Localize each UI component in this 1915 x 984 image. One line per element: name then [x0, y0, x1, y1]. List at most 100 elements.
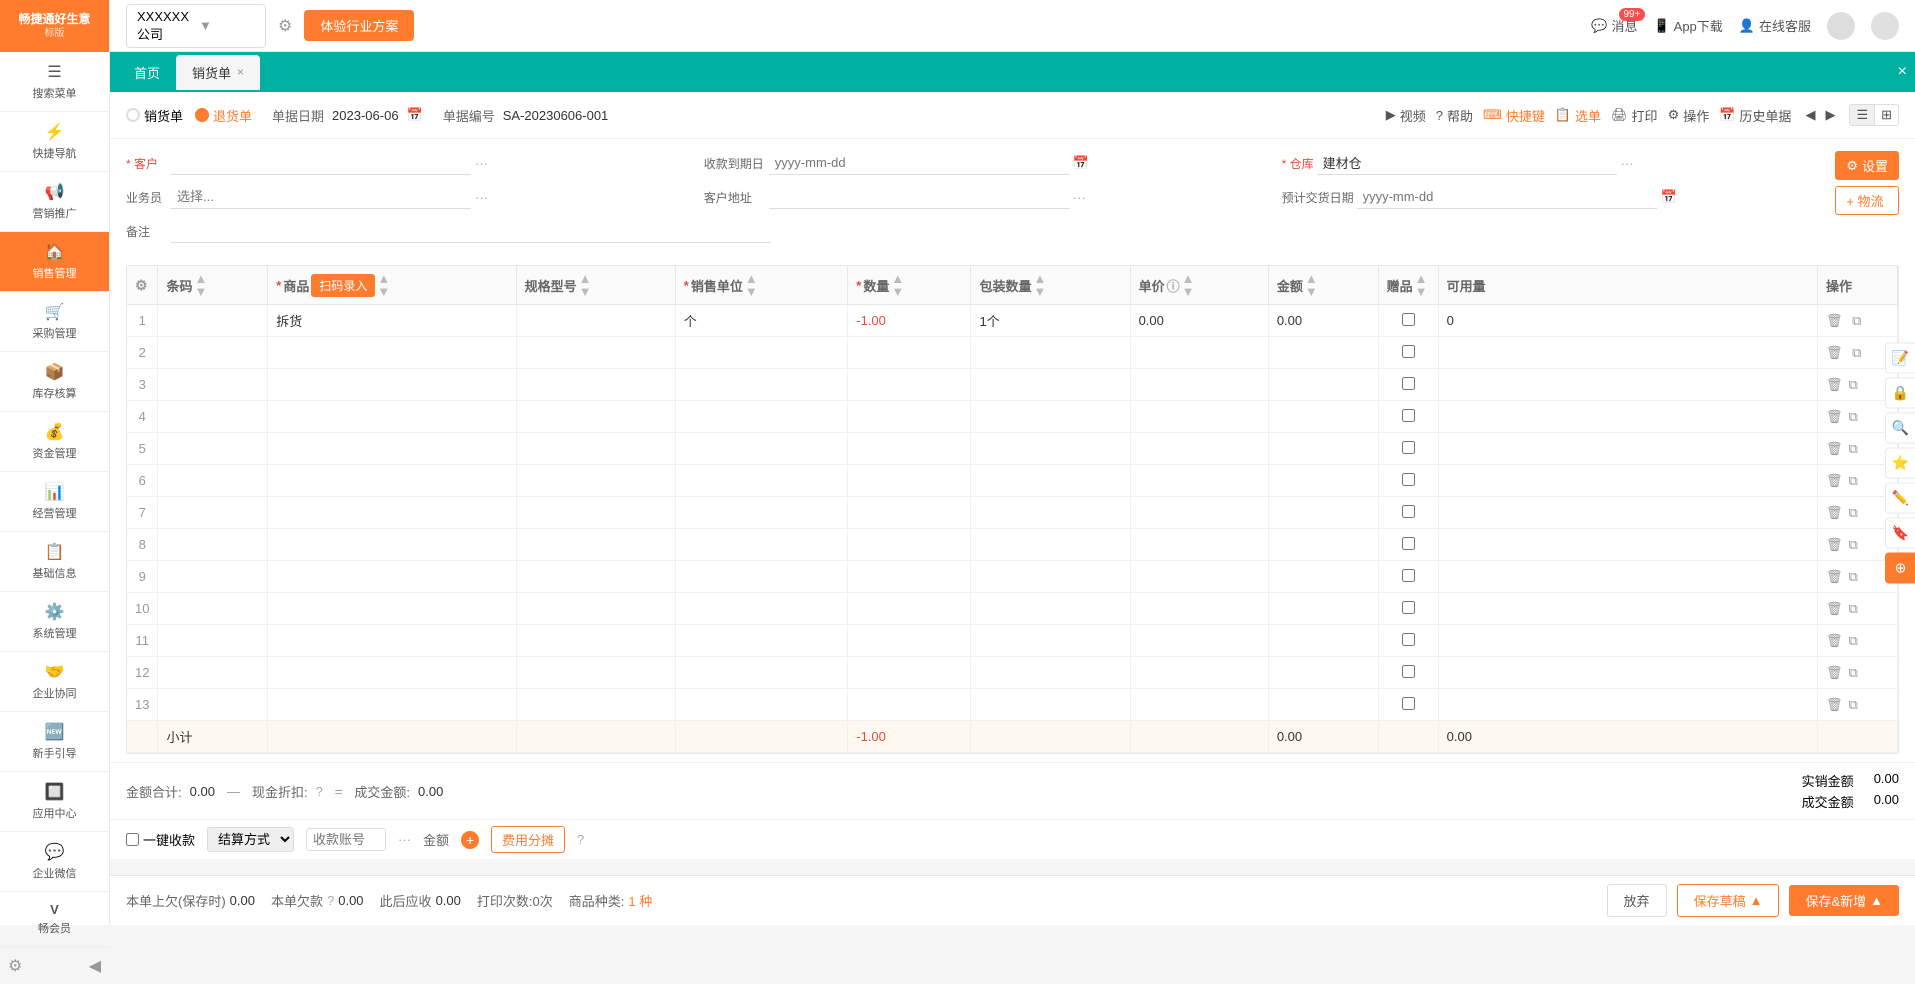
row-12-copy-icon[interactable]: ⧉	[1849, 665, 1858, 680]
shortcut-btn[interactable]: ⌨ 快捷键	[1483, 106, 1545, 125]
address-dots-icon[interactable]: ···	[1073, 190, 1086, 205]
sidebar-item-finance[interactable]: 💰 资金管理	[0, 412, 109, 472]
row-2-barcode[interactable]	[158, 337, 268, 369]
warehouse-dots-icon[interactable]: ···	[1621, 156, 1634, 171]
row-9-delete-icon[interactable]: 🗑	[1826, 569, 1843, 584]
float-btn-star[interactable]: ⭐	[1885, 447, 1915, 478]
row-1-barcode[interactable]	[158, 305, 268, 337]
row-13-copy-icon[interactable]: ⧉	[1849, 697, 1858, 712]
operations-btn[interactable]: ⚙ 操作	[1668, 106, 1710, 125]
row-8-delete-icon[interactable]: 🗑	[1826, 537, 1843, 552]
row-7-delete-icon[interactable]: 🗑	[1826, 505, 1843, 520]
row-1-quantity[interactable]: -1.00	[848, 305, 971, 337]
customer-dots-icon[interactable]: ···	[475, 156, 488, 171]
row-2-delete-icon[interactable]: 🗑	[1826, 345, 1843, 360]
row-11-delete-icon[interactable]: 🗑	[1826, 633, 1843, 648]
settings-button[interactable]: ⚙ 设置	[1835, 151, 1899, 180]
app-download-button[interactable]: 📱 App下载	[1653, 16, 1722, 35]
next-arrow[interactable]: ▶	[1821, 105, 1839, 125]
row-1-package-qty[interactable]: 1个	[971, 305, 1130, 337]
payment-date-input[interactable]	[769, 151, 1069, 175]
row-4-copy-icon[interactable]: ⧉	[1849, 409, 1858, 424]
calendar-expected-icon[interactable]: 📅	[1661, 189, 1677, 205]
expected-date-input[interactable]	[1357, 185, 1657, 209]
row-13-delete-icon[interactable]: 🗑	[1826, 697, 1843, 712]
customer-address-input[interactable]	[769, 185, 1069, 209]
row-3-copy-icon[interactable]: ⧉	[1849, 377, 1858, 392]
draft-button[interactable]: 保存草稿 ▲	[1677, 884, 1780, 917]
logistics-button[interactable]: + 物流	[1835, 186, 1899, 215]
row-12-delete-icon[interactable]: 🗑	[1826, 665, 1843, 680]
sidebar-item-member[interactable]: V 畅会员	[0, 892, 109, 947]
company-selector[interactable]: XXXXXX公司 ▼	[126, 4, 266, 48]
row-2-package-qty[interactable]	[971, 337, 1130, 369]
sidebar-item-wechat[interactable]: 💬 企业微信	[0, 832, 109, 892]
settings-bottom-icon[interactable]: ⚙	[8, 956, 22, 976]
row-2-copy-icon[interactable]: ⧉	[1852, 345, 1861, 360]
trial-button[interactable]: 体验行业方案	[304, 10, 414, 41]
account-input[interactable]	[306, 828, 386, 851]
sidebar-item-marketing[interactable]: 📢 营销推广	[0, 172, 109, 232]
list-view-btn[interactable]: ☰	[1850, 105, 1875, 125]
select-order-btn[interactable]: 📋 选单	[1555, 106, 1601, 125]
row-1-copy-icon[interactable]: ⧉	[1852, 313, 1861, 328]
row-1-product[interactable]: 拆货	[268, 305, 516, 337]
float-btn-search[interactable]: 🔍	[1885, 412, 1915, 443]
calendar-icon[interactable]: 📅	[407, 107, 423, 123]
sidebar-item-quicknav[interactable]: ⚡ 快捷导航	[0, 112, 109, 172]
expense-button[interactable]: 费用分摊	[491, 826, 565, 853]
expense-help-icon[interactable]: ?	[577, 832, 584, 847]
row-1-price[interactable]: 0.00	[1130, 305, 1268, 337]
help-btn[interactable]: ? 帮助	[1436, 106, 1473, 125]
sidebar-item-search[interactable]: ☰ 搜索菜单	[0, 52, 109, 112]
row-2-unit[interactable]	[675, 337, 848, 369]
row-2-gift[interactable]	[1378, 337, 1438, 369]
row-11-copy-icon[interactable]: ⧉	[1849, 633, 1858, 648]
one-click-payment-check[interactable]: 一键收款	[126, 830, 195, 849]
tabbar-close-icon[interactable]: ×	[1898, 63, 1907, 81]
row-6-delete-icon[interactable]: 🗑	[1826, 473, 1843, 488]
row-6-copy-icon[interactable]: ⧉	[1849, 473, 1858, 488]
tab-home[interactable]: 首页	[118, 55, 176, 90]
avatar[interactable]	[1827, 12, 1855, 40]
settlement-select[interactable]: 结算方式	[207, 827, 294, 852]
row-2-price[interactable]	[1130, 337, 1268, 369]
goods-type-select[interactable]: 1 种	[628, 891, 652, 910]
sidebar-item-basicinfo[interactable]: 📋 基础信息	[0, 532, 109, 592]
warehouse-input[interactable]	[1317, 151, 1617, 175]
sidebar-item-enterprise[interactable]: 🤝 企业协同	[0, 652, 109, 712]
row-3-delete-icon[interactable]: 🗑	[1826, 377, 1843, 392]
add-payment-button[interactable]: +	[461, 831, 479, 849]
print-btn[interactable]: 🖨 打印	[1611, 106, 1658, 125]
remark-input[interactable]	[171, 219, 771, 243]
table-settings-icon[interactable]: ⚙	[135, 277, 148, 293]
row-10-delete-icon[interactable]: 🗑	[1826, 601, 1843, 616]
account-dots-icon[interactable]: ···	[398, 832, 411, 847]
sidebar-item-purchase[interactable]: 🛒 采购管理	[0, 292, 109, 352]
row-2-spec[interactable]	[516, 337, 675, 369]
service-button[interactable]: 👤 在线客服	[1739, 16, 1811, 35]
one-click-checkbox[interactable]	[126, 833, 139, 846]
float-btn-notes[interactable]: 📝	[1885, 342, 1915, 373]
tab-sales-order[interactable]: 销货单 ×	[176, 55, 260, 90]
float-btn-edit[interactable]: ✏️	[1885, 482, 1915, 513]
salesperson-input[interactable]	[171, 185, 471, 209]
salesperson-dots-icon[interactable]: ···	[475, 190, 488, 205]
sidebar-item-guide[interactable]: 🆕 新手引导	[0, 712, 109, 772]
discount-info-icon[interactable]: ?	[316, 784, 323, 799]
history-btn[interactable]: 📅 历史单据	[1719, 106, 1791, 125]
row-1-spec[interactable]	[516, 305, 675, 337]
message-button[interactable]: 💬 消息 99+	[1591, 16, 1637, 35]
float-btn-orange[interactable]: ⊕	[1885, 552, 1915, 583]
row-1-amount[interactable]: 0.00	[1268, 305, 1378, 337]
sidebar-item-apps[interactable]: 🔲 应用中心	[0, 772, 109, 832]
row-5-copy-icon[interactable]: ⧉	[1849, 441, 1858, 456]
debt-info-icon[interactable]: ?	[327, 893, 334, 908]
sidebar-item-inventory[interactable]: 📦 库存核算	[0, 352, 109, 412]
row-7-copy-icon[interactable]: ⧉	[1849, 505, 1858, 520]
calendar-payment-icon[interactable]: 📅	[1073, 155, 1089, 171]
float-btn-lock[interactable]: 🔒	[1885, 377, 1915, 408]
radio-sales[interactable]: 销货单	[126, 106, 183, 125]
row-1-gift[interactable]	[1378, 305, 1438, 337]
row-5-delete-icon[interactable]: 🗑	[1826, 441, 1843, 456]
